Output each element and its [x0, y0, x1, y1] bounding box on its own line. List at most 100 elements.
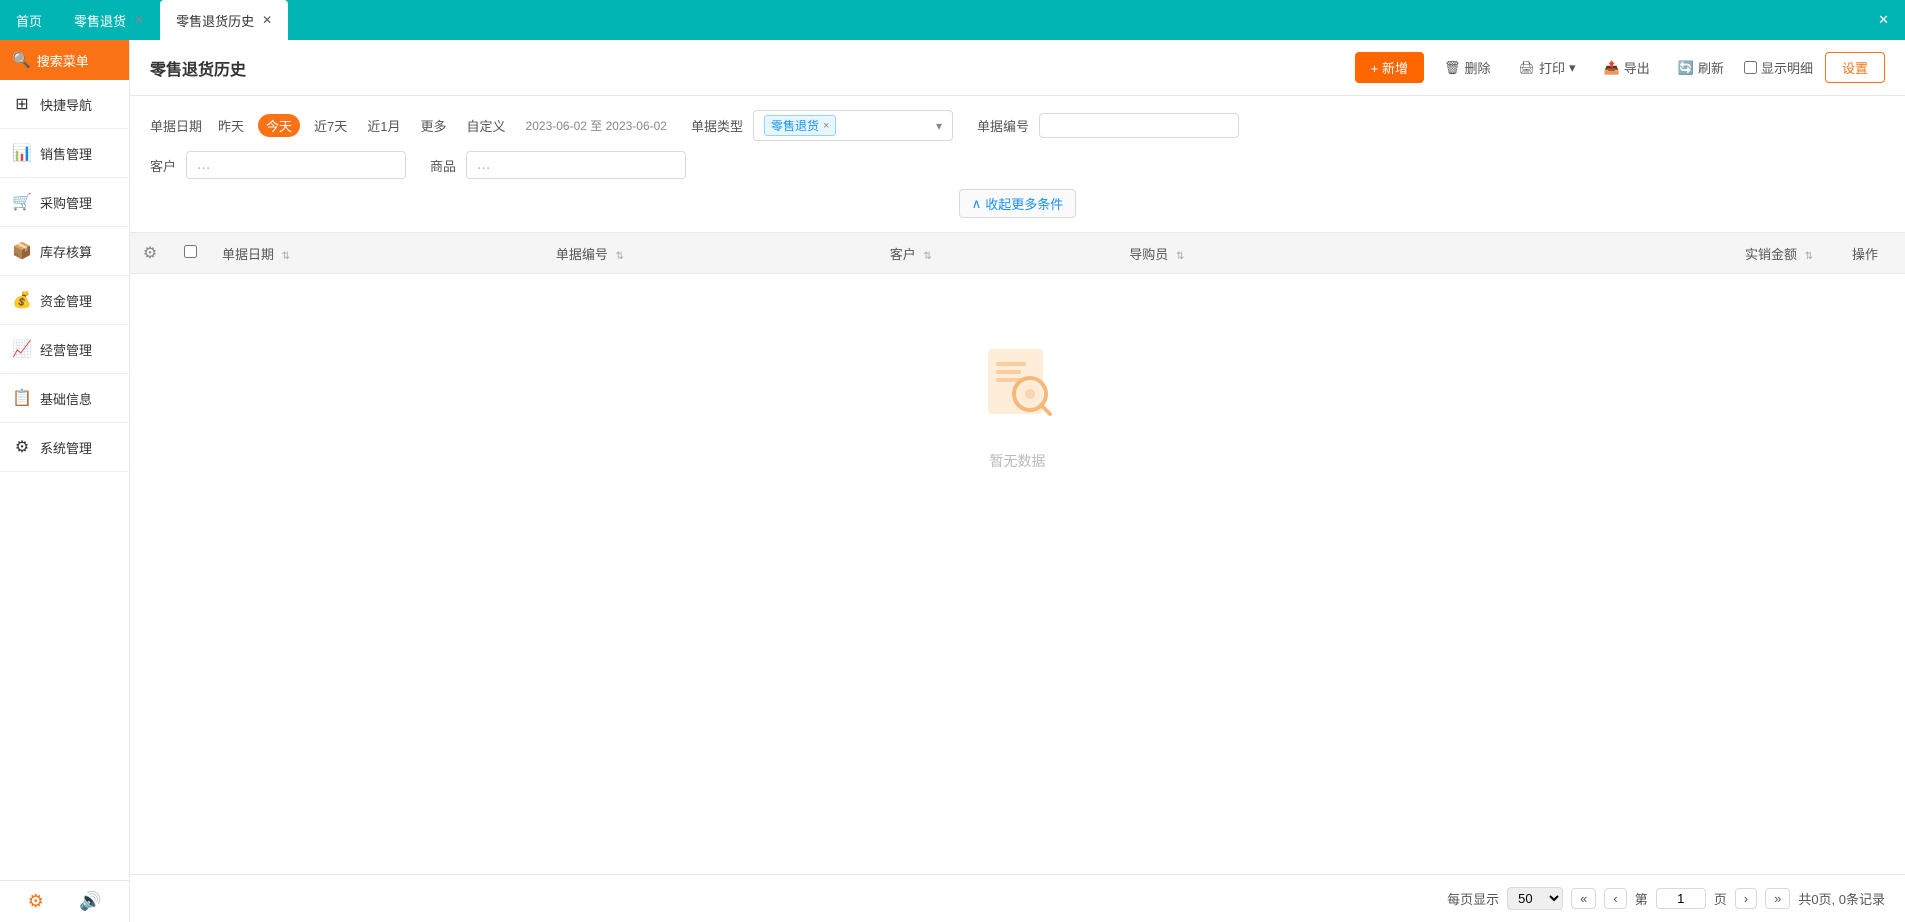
- main-layout: 🔍 搜索菜单 ⊞ 快捷导航 📊 销售管理 🛒 采购管理 📦 库存核算 💰: [0, 40, 1905, 922]
- th-guide: 导购员 ⇅: [1117, 233, 1404, 274]
- customer-sort-icon[interactable]: ⇅: [923, 251, 931, 262]
- filter-row-2: 客户 ... 商品 ...: [150, 151, 1885, 179]
- refresh-icon: 🔄: [1678, 60, 1694, 76]
- pagination: 每页显示 10 20 50 100 « ‹ 第 页 › » 共0页, 0条记录: [130, 874, 1905, 922]
- total-info: 共0页, 0条记录: [1798, 889, 1885, 908]
- number-sort-icon[interactable]: ⇅: [616, 251, 624, 262]
- prev-page-button[interactable]: ‹: [1604, 888, 1626, 909]
- tab-retail-return-history-label: 零售退货历史: [176, 11, 254, 30]
- finance-icon: 💰: [12, 290, 32, 310]
- empty-text: 暂无数据: [990, 451, 1046, 471]
- tab-retail-return-history[interactable]: 零售退货历史 ✕: [160, 0, 288, 40]
- sidebar-item-label: 基础信息: [40, 389, 92, 408]
- guide-sort-icon[interactable]: ⇅: [1176, 251, 1184, 262]
- voucher-filter-group: 单据编号: [977, 113, 1239, 138]
- sidebar-item-label: 快捷导航: [40, 95, 92, 114]
- next-page-button[interactable]: ›: [1735, 888, 1757, 909]
- collapse-button[interactable]: ∧ 收起更多条件: [959, 189, 1077, 218]
- date-opt-today[interactable]: 今天: [258, 114, 300, 137]
- date-opt-more[interactable]: 更多: [415, 114, 453, 137]
- sidebar-item-basic-info[interactable]: 📋 基础信息: [0, 374, 129, 423]
- date-opt-custom[interactable]: 自定义: [461, 114, 512, 137]
- tab-retail-return-close[interactable]: ✕: [134, 13, 144, 27]
- type-tag: 零售退货 ×: [764, 115, 836, 136]
- sidebar-nav: ⊞ 快捷导航 📊 销售管理 🛒 采购管理 📦 库存核算 💰 资金管理 📈: [0, 80, 129, 880]
- sidebar-item-sales-mgmt[interactable]: 📊 销售管理: [0, 129, 129, 178]
- th-number: 单据编号 ⇅: [544, 233, 878, 274]
- sidebar-item-label: 库存核算: [40, 242, 92, 261]
- type-tag-close[interactable]: ×: [823, 120, 829, 132]
- sidebar-item-quick-nav[interactable]: ⊞ 快捷导航: [0, 80, 129, 129]
- tab-retail-return-label: 零售退货: [74, 11, 126, 30]
- goods-filter-group: 商品 ...: [430, 151, 686, 179]
- quick-nav-icon: ⊞: [12, 94, 32, 114]
- date-opt-yesterday[interactable]: 昨天: [212, 114, 250, 137]
- settings-bottom-icon[interactable]: ⚙: [28, 891, 44, 912]
- sidebar-item-label: 经营管理: [40, 340, 92, 359]
- display-detail-checkbox[interactable]: [1744, 61, 1757, 74]
- add-button[interactable]: + 新增: [1355, 52, 1424, 83]
- sidebar-item-purchase-mgmt[interactable]: 🛒 采购管理: [0, 178, 129, 227]
- th-spacer: [1404, 233, 1491, 274]
- date-opt-1month[interactable]: 近1月: [361, 114, 406, 137]
- window-close-button[interactable]: ✕: [1878, 12, 1905, 28]
- system-icon: ⚙: [12, 437, 32, 457]
- page-number-input[interactable]: [1656, 888, 1706, 909]
- header-actions: + 新增 🗑 删除 🖨 打印 ▾ 📤 导出 🔄 刷新: [1355, 52, 1885, 83]
- th-checkbox: [170, 233, 210, 274]
- filter-row-1: 单据日期 昨天 今天 近7天 近1月 更多 自定义 2023-06-02 至 2…: [150, 110, 1885, 141]
- display-detail-toggle[interactable]: 显示明细: [1744, 58, 1813, 77]
- page-title: 零售退货历史: [150, 56, 246, 80]
- setting-button[interactable]: 设置: [1825, 52, 1885, 83]
- export-button[interactable]: 📤 导出: [1596, 54, 1658, 81]
- speaker-bottom-icon[interactable]: 🔊: [79, 891, 101, 912]
- type-select[interactable]: 零售退货 × ▾: [753, 110, 953, 141]
- empty-illustration: [968, 334, 1068, 439]
- last-page-button[interactable]: »: [1765, 888, 1790, 909]
- select-all-checkbox[interactable]: [184, 245, 197, 258]
- first-page-button[interactable]: «: [1571, 888, 1596, 909]
- purchase-icon: 🛒: [12, 192, 32, 212]
- th-amount: 实销金额 ⇅: [1491, 233, 1825, 274]
- voucher-no-input[interactable]: [1039, 113, 1239, 138]
- print-button[interactable]: 🖨 打印 ▾: [1511, 54, 1584, 81]
- search-menu[interactable]: 🔍 搜索菜单: [0, 40, 129, 80]
- customer-select[interactable]: ...: [186, 151, 406, 179]
- goods-select[interactable]: ...: [466, 151, 686, 179]
- inventory-icon: 📦: [12, 241, 32, 261]
- type-select-chevron: ▾: [936, 119, 942, 133]
- customer-filter-group: 客户 ...: [150, 151, 406, 179]
- tab-home[interactable]: 首页: [0, 0, 58, 40]
- page-unit: 页: [1714, 889, 1727, 908]
- basic-info-icon: 📋: [12, 388, 32, 408]
- th-actions: 操作: [1825, 233, 1905, 274]
- print-chevron-icon: ▾: [1569, 60, 1576, 76]
- collapse-row: ∧ 收起更多条件: [150, 189, 1885, 218]
- per-page-select[interactable]: 10 20 50 100: [1507, 887, 1563, 910]
- tab-retail-return-history-close[interactable]: ✕: [262, 13, 272, 27]
- delete-button[interactable]: 🗑 删除: [1436, 54, 1499, 81]
- operations-icon: 📈: [12, 339, 32, 359]
- sidebar-item-label: 采购管理: [40, 193, 92, 212]
- sidebar-item-system-mgmt[interactable]: ⚙ 系统管理: [0, 423, 129, 472]
- th-customer: 客户 ⇅: [878, 233, 1118, 274]
- type-tag-label: 零售退货: [771, 117, 819, 134]
- table-section: ⚙ 单据日期 ⇅ 单据编号 ⇅: [130, 233, 1905, 922]
- date-filter-label: 单据日期: [150, 116, 202, 135]
- tab-retail-return[interactable]: 零售退货 ✕: [58, 0, 160, 40]
- sidebar-item-inventory[interactable]: 📦 库存核算: [0, 227, 129, 276]
- sidebar-item-operations[interactable]: 📈 经营管理: [0, 325, 129, 374]
- voucher-no-label: 单据编号: [977, 116, 1029, 135]
- date-opt-7days[interactable]: 近7天: [308, 114, 353, 137]
- search-icon: 🔍: [12, 51, 31, 69]
- sidebar-item-finance[interactable]: 💰 资金管理: [0, 276, 129, 325]
- tab-home-label: 首页: [16, 11, 42, 30]
- amount-sort-icon[interactable]: ⇅: [1805, 251, 1813, 262]
- collapse-label: 收起更多条件: [985, 194, 1063, 213]
- refresh-button[interactable]: 🔄 刷新: [1670, 54, 1732, 81]
- print-icon: 🖨: [1519, 60, 1536, 76]
- date-sort-icon[interactable]: ⇅: [282, 251, 290, 262]
- column-settings-icon[interactable]: ⚙: [143, 245, 157, 262]
- sidebar: 🔍 搜索菜单 ⊞ 快捷导航 📊 销售管理 🛒 采购管理 📦 库存核算 💰: [0, 40, 130, 922]
- date-options: 昨天 今天 近7天 近1月 更多 自定义: [212, 114, 512, 137]
